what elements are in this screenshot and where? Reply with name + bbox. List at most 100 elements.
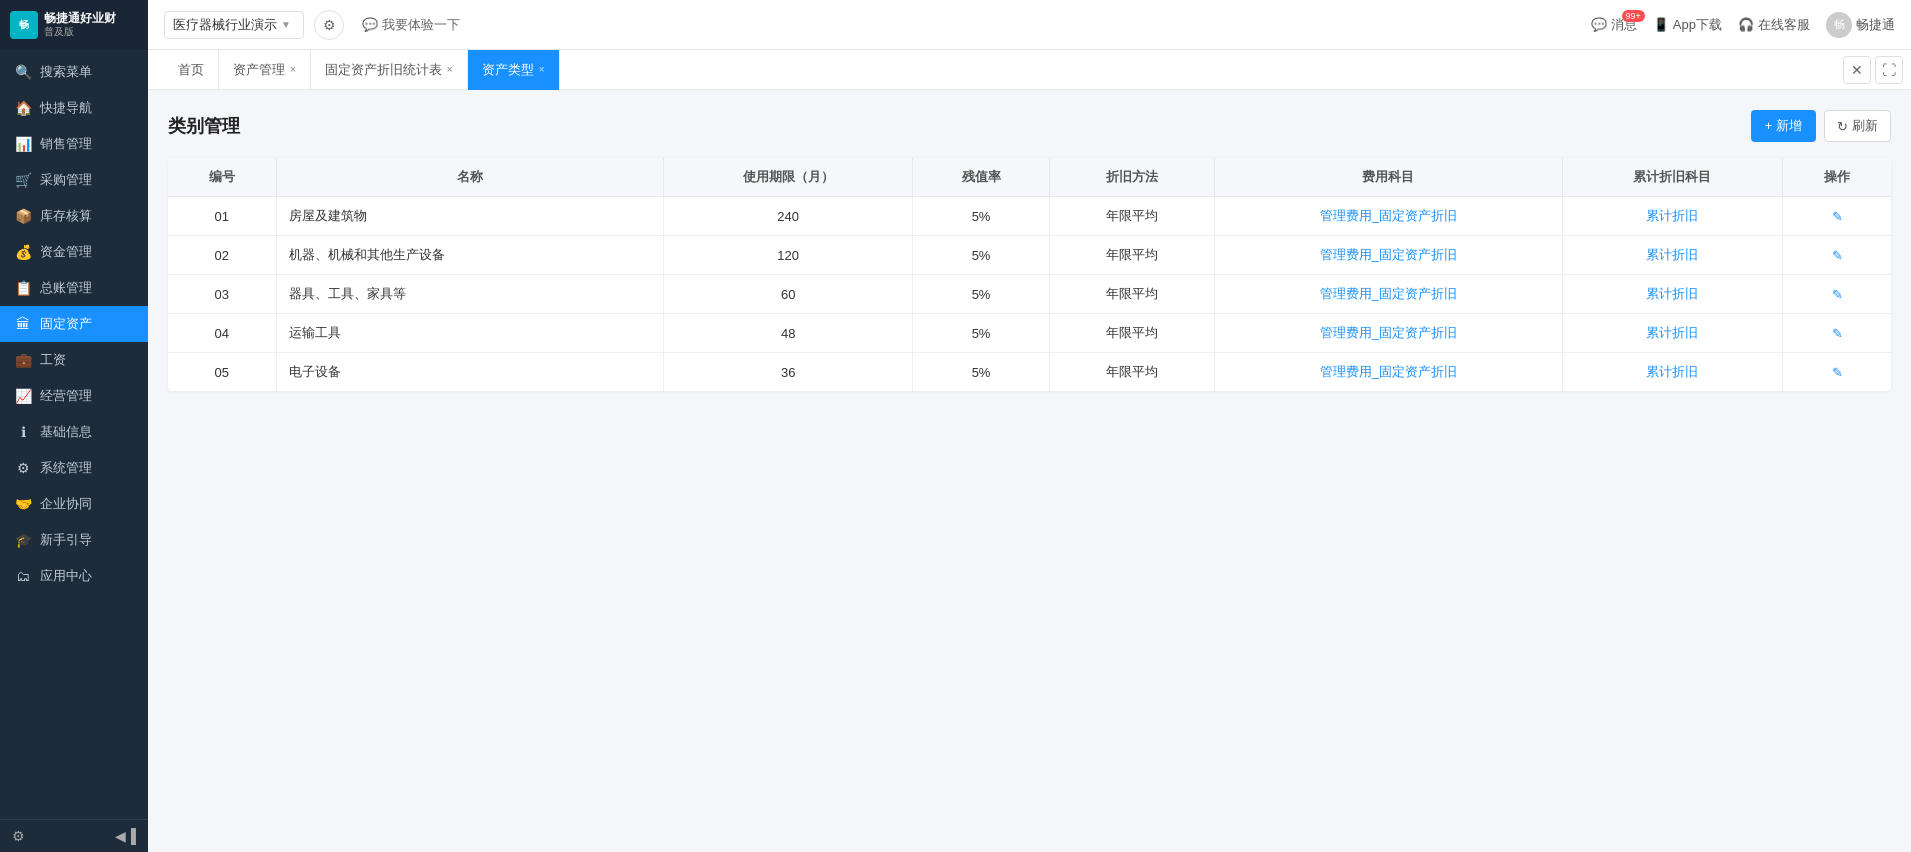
sidebar-label-inventory: 库存核算 <box>40 207 92 225</box>
edit-button[interactable]: ✎ <box>1832 248 1843 263</box>
sidebar-item-operations[interactable]: 📈 经营管理 <box>0 378 148 414</box>
refresh-label: 刷新 <box>1852 117 1878 135</box>
sidebar-item-system[interactable]: ⚙ 系统管理 <box>0 450 148 486</box>
col-name: 名称 <box>276 158 664 197</box>
sidebar-header: 畅 畅捷通好业财 普及版 <box>0 0 148 50</box>
customer-service-button[interactable]: 🎧 在线客服 <box>1738 16 1810 34</box>
page-actions: + 新增 ↻ 刷新 <box>1751 110 1891 142</box>
tab-asset-type-close[interactable]: × <box>539 64 545 75</box>
sidebar-item-guide[interactable]: 🎓 新手引导 <box>0 522 148 558</box>
sidebar-label-ledger: 总账管理 <box>40 279 92 297</box>
tab-depreciation-table[interactable]: 固定资产折旧统计表 × <box>311 50 468 90</box>
tab-asset-type-label: 资产类型 <box>482 61 534 79</box>
cell-expense: 管理费用_固定资产折旧 <box>1215 275 1563 314</box>
tab-home[interactable]: 首页 <box>164 50 219 90</box>
sidebar-item-quick-nav[interactable]: 🏠 快捷导航 <box>0 90 148 126</box>
messages-icon: 💬 <box>1591 17 1607 32</box>
main-area: 医疗器械行业演示 ▼ ⚙ 💬 我要体验一下 💬 消息 99+ 📱 App下载 🎧… <box>148 0 1911 852</box>
edit-button[interactable]: ✎ <box>1832 326 1843 341</box>
new-button[interactable]: + 新增 <box>1751 110 1816 142</box>
sidebar-item-cooperation[interactable]: 🤝 企业协同 <box>0 486 148 522</box>
sidebar-icon-quick-nav: 🏠 <box>14 100 32 116</box>
sidebar-icon-payroll: 💼 <box>14 352 32 368</box>
sidebar-label-quick-nav: 快捷导航 <box>40 99 92 117</box>
col-action: 操作 <box>1783 158 1891 197</box>
sidebar-item-payroll[interactable]: 💼 工资 <box>0 342 148 378</box>
cell-period: 60 <box>664 275 913 314</box>
customer-service-label: 在线客服 <box>1758 16 1810 34</box>
app-logo: 畅 <box>10 11 38 39</box>
cell-name: 器具、工具、家具等 <box>276 275 664 314</box>
messages-button[interactable]: 💬 消息 99+ <box>1591 16 1637 34</box>
cell-period: 120 <box>664 236 913 275</box>
cell-accum: 累计折旧 <box>1562 353 1783 392</box>
collapse-icon[interactable]: ◀▐ <box>115 828 136 844</box>
cell-id: 02 <box>168 236 276 275</box>
edit-button[interactable]: ✎ <box>1832 209 1843 224</box>
sidebar-item-fixed-assets[interactable]: 🏛 固定资产 <box>0 306 148 342</box>
cell-residual: 5% <box>912 353 1049 392</box>
table-body: 01 房屋及建筑物 240 5% 年限平均 管理费用_固定资产折旧 累计折旧 ✎… <box>168 197 1891 392</box>
tab-asset-type[interactable]: 资产类型 × <box>468 50 560 90</box>
cell-accum: 累计折旧 <box>1562 314 1783 353</box>
tab-asset-mgmt[interactable]: 资产管理 × <box>219 50 311 90</box>
tabs-actions: ✕ ⛶ <box>1843 56 1911 84</box>
tab-home-label: 首页 <box>178 61 204 79</box>
company-selector[interactable]: 医疗器械行业演示 ▼ <box>164 11 304 39</box>
refresh-button[interactable]: ↻ 刷新 <box>1824 110 1891 142</box>
table-row: 05 电子设备 36 5% 年限平均 管理费用_固定资产折旧 累计折旧 ✎ <box>168 353 1891 392</box>
tab-depreciation-table-close[interactable]: × <box>447 64 453 75</box>
sidebar-footer: ⚙ ◀▐ <box>0 819 148 852</box>
app-download-label: App下载 <box>1673 16 1722 34</box>
sidebar: 畅 畅捷通好业财 普及版 🔍 搜索菜单 🏠 快捷导航 📊 销售管理 🛒 采购管理… <box>0 0 148 852</box>
edit-button[interactable]: ✎ <box>1832 365 1843 380</box>
sidebar-icon-funds: 💰 <box>14 244 32 260</box>
topbar-settings-button[interactable]: ⚙ <box>314 10 344 40</box>
edit-button[interactable]: ✎ <box>1832 287 1843 302</box>
cell-accum: 累计折旧 <box>1562 197 1783 236</box>
cell-action: ✎ <box>1783 353 1891 392</box>
sidebar-item-search[interactable]: 🔍 搜索菜单 <box>0 54 148 90</box>
feedback-icon: 💬 <box>362 17 378 32</box>
page-title: 类别管理 <box>168 114 240 138</box>
cell-expense: 管理费用_固定资产折旧 <box>1215 353 1563 392</box>
tab-asset-mgmt-label: 资产管理 <box>233 61 285 79</box>
sidebar-item-sales[interactable]: 📊 销售管理 <box>0 126 148 162</box>
category-table: 编号 名称 使用期限（月） 残值率 折旧方法 费用科目 累计折旧科目 操作 01… <box>168 158 1891 391</box>
customer-service-icon: 🎧 <box>1738 17 1754 32</box>
settings-footer-icon[interactable]: ⚙ <box>12 828 25 844</box>
topbar-right: 💬 消息 99+ 📱 App下载 🎧 在线客服 畅 畅捷通 <box>1591 12 1895 38</box>
cell-method: 年限平均 <box>1050 197 1215 236</box>
sidebar-item-basic-info[interactable]: ℹ 基础信息 <box>0 414 148 450</box>
app-name: 畅捷通好业财 <box>44 11 116 25</box>
cell-period: 36 <box>664 353 913 392</box>
new-button-label: + 新增 <box>1765 117 1802 135</box>
sidebar-icon-fixed-assets: 🏛 <box>14 316 32 332</box>
sidebar-icon-purchase: 🛒 <box>14 172 32 188</box>
sidebar-label-system: 系统管理 <box>40 459 92 477</box>
user-profile[interactable]: 畅 畅捷通 <box>1826 12 1895 38</box>
sidebar-label-basic-info: 基础信息 <box>40 423 92 441</box>
sidebar-item-ledger[interactable]: 📋 总账管理 <box>0 270 148 306</box>
app-download-button[interactable]: 📱 App下载 <box>1653 16 1722 34</box>
table-row: 02 机器、机械和其他生产设备 120 5% 年限平均 管理费用_固定资产折旧 … <box>168 236 1891 275</box>
sidebar-item-purchase[interactable]: 🛒 采购管理 <box>0 162 148 198</box>
sidebar-label-cooperation: 企业协同 <box>40 495 92 513</box>
table-row: 04 运输工具 48 5% 年限平均 管理费用_固定资产折旧 累计折旧 ✎ <box>168 314 1891 353</box>
sidebar-item-funds[interactable]: 💰 资金管理 <box>0 234 148 270</box>
tab-depreciation-table-label: 固定资产折旧统计表 <box>325 61 442 79</box>
feedback-button[interactable]: 💬 我要体验一下 <box>362 16 460 34</box>
sidebar-item-apps[interactable]: 🗂 应用中心 <box>0 558 148 594</box>
cell-residual: 5% <box>912 197 1049 236</box>
tabs-bar: 首页 资产管理 × 固定资产折旧统计表 × 资产类型 × ✕ ⛶ <box>148 50 1911 90</box>
cell-action: ✎ <box>1783 236 1891 275</box>
cell-id: 05 <box>168 353 276 392</box>
cell-name: 运输工具 <box>276 314 664 353</box>
app-edition: 普及版 <box>44 25 116 39</box>
tab-close-action[interactable]: ✕ <box>1843 56 1871 84</box>
tab-expand-action[interactable]: ⛶ <box>1875 56 1903 84</box>
sidebar-icon-search: 🔍 <box>14 64 32 80</box>
sidebar-item-inventory[interactable]: 📦 库存核算 <box>0 198 148 234</box>
col-period: 使用期限（月） <box>664 158 913 197</box>
tab-asset-mgmt-close[interactable]: × <box>290 64 296 75</box>
